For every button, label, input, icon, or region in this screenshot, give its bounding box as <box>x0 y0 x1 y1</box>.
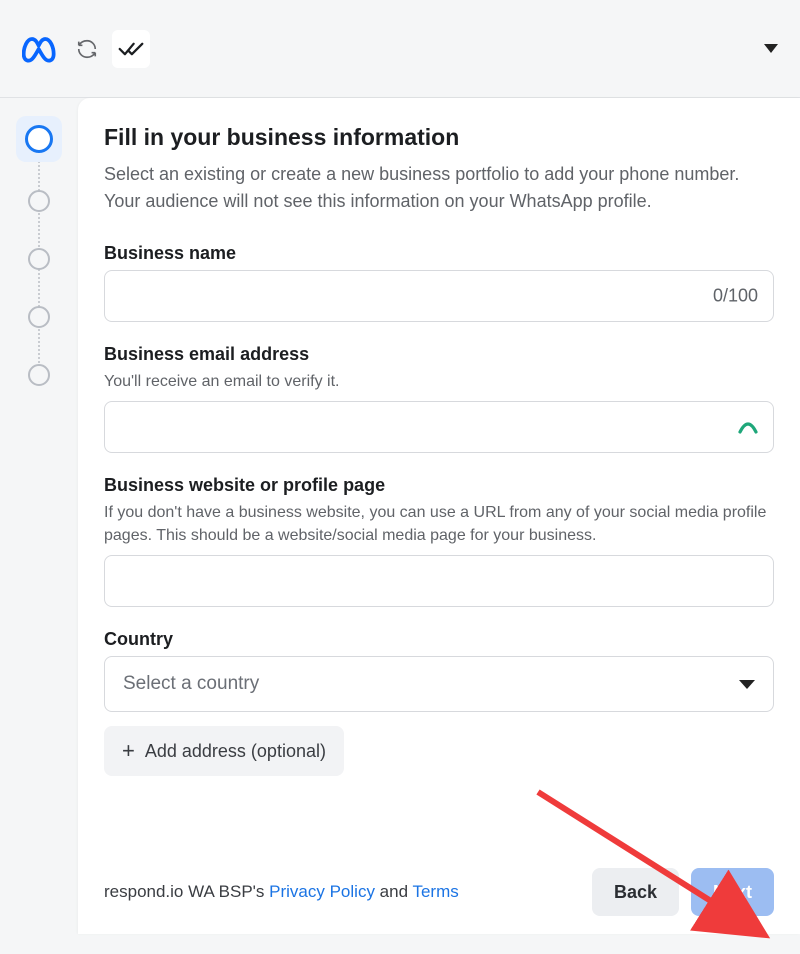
email-label: Business email address <box>104 344 774 365</box>
business-name-group: Business name 0/100 <box>104 243 774 322</box>
website-label: Business website or profile page <box>104 475 774 496</box>
step-3 <box>28 248 50 270</box>
email-input[interactable] <box>104 401 774 453</box>
website-group: Business website or profile page If you … <box>104 475 774 607</box>
back-button[interactable]: Back <box>592 868 679 916</box>
website-helper: If you don't have a business website, yo… <box>104 502 774 547</box>
form-panel: Fill in your business information Select… <box>78 98 800 934</box>
refresh-icon[interactable] <box>76 38 98 60</box>
meta-logo-icon <box>22 35 62 63</box>
country-label: Country <box>104 629 774 650</box>
stepper <box>0 98 78 934</box>
step-5 <box>28 364 50 386</box>
page-title: Fill in your business information <box>104 124 774 151</box>
country-group: Country Select a country + Add address (… <box>104 629 774 776</box>
topbar <box>0 0 800 98</box>
email-helper: You'll receive an email to verify it. <box>104 371 774 393</box>
step-1-active <box>16 116 62 162</box>
footer: respond.io WA BSP's Privacy Policy and T… <box>104 846 774 934</box>
add-address-label: Add address (optional) <box>145 741 326 762</box>
page-subtitle: Select an existing or create a new busin… <box>104 161 774 215</box>
business-name-input[interactable] <box>104 270 774 322</box>
plus-icon: + <box>122 738 135 764</box>
topbar-left <box>22 30 150 68</box>
privacy-link[interactable]: Privacy Policy <box>269 882 375 901</box>
business-name-label: Business name <box>104 243 774 264</box>
country-placeholder: Select a country <box>123 673 259 695</box>
footer-legal: respond.io WA BSP's Privacy Policy and T… <box>104 882 459 902</box>
country-select[interactable]: Select a country <box>104 656 774 712</box>
terms-link[interactable]: Terms <box>412 882 458 901</box>
next-button[interactable]: Next <box>691 868 774 916</box>
step-2 <box>28 190 50 212</box>
double-check-icon[interactable] <box>112 30 150 68</box>
email-trailing-icon <box>738 420 758 434</box>
add-address-button[interactable]: + Add address (optional) <box>104 726 344 776</box>
step-4 <box>28 306 50 328</box>
website-input[interactable] <box>104 555 774 607</box>
account-dropdown-caret-icon[interactable] <box>764 44 778 53</box>
email-group: Business email address You'll receive an… <box>104 344 774 453</box>
chevron-down-icon <box>739 680 755 689</box>
